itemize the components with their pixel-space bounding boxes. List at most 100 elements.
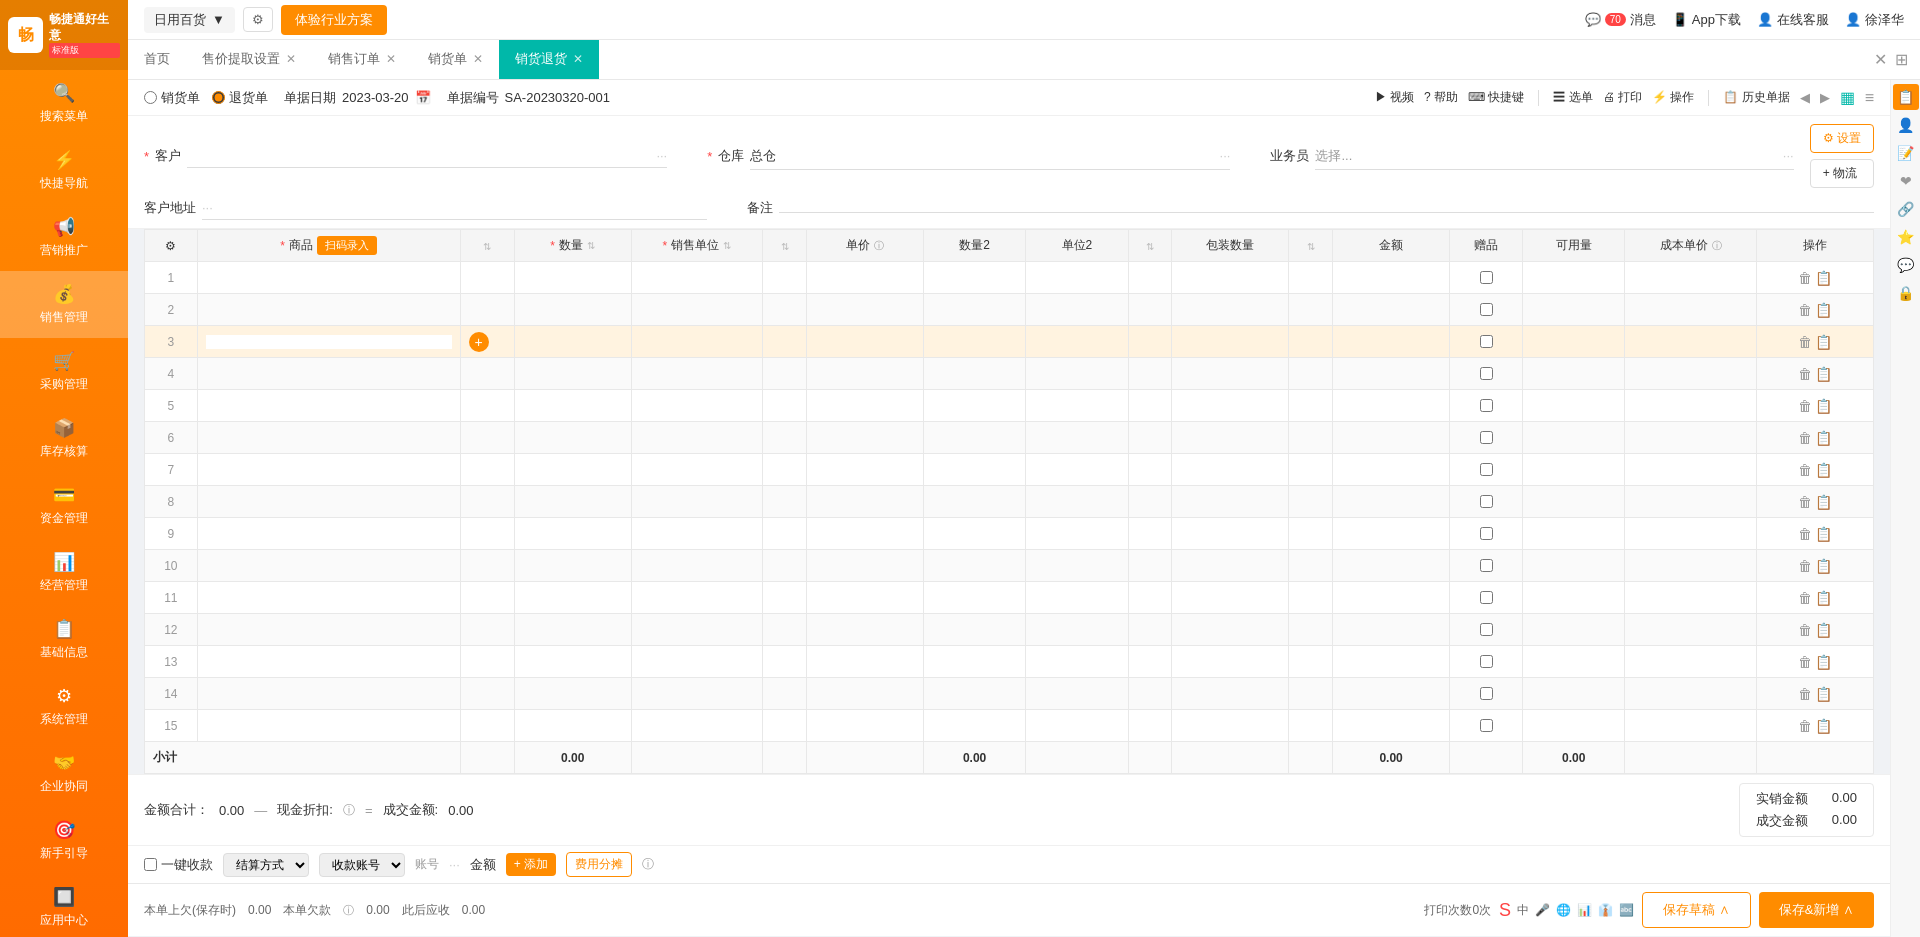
amount-cell-2[interactable] [1333, 294, 1450, 326]
delete-btn-11[interactable]: 🗑 [1798, 590, 1812, 606]
sidebar-item-cooperation[interactable]: 🤝 企业协同 [0, 740, 128, 807]
product-input-3[interactable] [206, 335, 452, 349]
pack-qty-cell-3[interactable] [1172, 326, 1289, 358]
product-cell-5[interactable] [197, 390, 460, 422]
cost-cell-11[interactable] [1625, 582, 1757, 614]
gift-cell-2[interactable] [1450, 294, 1523, 326]
user-avatar-btn[interactable]: 👤 徐泽华 [1845, 11, 1904, 29]
select-btn[interactable]: ☰ 选单 [1553, 89, 1592, 106]
tab-sales-order[interactable]: 销售订单 ✕ [312, 40, 412, 79]
qty2-cell-7[interactable] [923, 454, 1025, 486]
customer-input[interactable]: ··· [187, 144, 667, 168]
qty-cell-2[interactable] [514, 294, 631, 326]
app-download-btn[interactable]: 📱 App下载 [1672, 11, 1741, 29]
tab-sales[interactable]: 销货单 ✕ [412, 40, 499, 79]
delete-btn-6[interactable]: 🗑 [1798, 430, 1812, 446]
tool-icon-6[interactable]: ⭐ [1893, 224, 1919, 250]
gift-cell-4[interactable] [1450, 358, 1523, 390]
unit2-cell-8[interactable] [1026, 486, 1128, 518]
price-cell-1[interactable] [807, 262, 924, 294]
price-cell-7[interactable] [807, 454, 924, 486]
unit2-cell-12[interactable] [1026, 614, 1128, 646]
delete-btn-14[interactable]: 🗑 [1798, 686, 1812, 702]
payment-checkbox[interactable] [144, 858, 157, 871]
product-cell-12[interactable] [197, 614, 460, 646]
available-cell-4[interactable] [1523, 358, 1625, 390]
logistics-right-btn[interactable]: + 物流 [1810, 159, 1874, 188]
cost-cell-4[interactable] [1625, 358, 1757, 390]
delete-btn-5[interactable]: 🗑 [1798, 398, 1812, 414]
pack-qty-cell-15[interactable] [1172, 710, 1289, 742]
video-btn[interactable]: ▶ 视频 [1375, 89, 1414, 106]
pack-qty-cell-6[interactable] [1172, 422, 1289, 454]
unit-cell-15[interactable] [631, 710, 763, 742]
copy-btn-14[interactable]: 📋 [1815, 686, 1832, 702]
history-btn[interactable]: 📋 历史单据 [1723, 89, 1789, 106]
sidebar-item-basic[interactable]: 📋 基础信息 [0, 606, 128, 673]
pack-qty-cell-5[interactable] [1172, 390, 1289, 422]
qty2-cell-4[interactable] [923, 358, 1025, 390]
gift-cell-14[interactable] [1450, 678, 1523, 710]
gift-checkbox-8[interactable] [1480, 495, 1493, 508]
status-icon-3[interactable]: 🌐 [1556, 903, 1571, 917]
sidebar-item-inventory[interactable]: 📦 库存核算 [0, 405, 128, 472]
qty2-cell-1[interactable] [923, 262, 1025, 294]
product-cell-15[interactable] [197, 710, 460, 742]
sidebar-item-system[interactable]: ⚙ 系统管理 [0, 673, 128, 740]
status-icon-6[interactable]: 🔤 [1619, 903, 1634, 917]
delete-btn-9[interactable]: 🗑 [1798, 526, 1812, 542]
fee-split-btn[interactable]: 费用分摊 [566, 852, 632, 877]
product-cell-2[interactable] [197, 294, 460, 326]
amount-cell-15[interactable] [1333, 710, 1450, 742]
cost-cell-12[interactable] [1625, 614, 1757, 646]
product-cell-14[interactable] [197, 678, 460, 710]
delete-btn-1[interactable]: 🗑 [1798, 270, 1812, 286]
status-icon-5[interactable]: 👔 [1598, 903, 1613, 917]
th-sort4[interactable]: ⇅ [1289, 230, 1333, 262]
price-cell-5[interactable] [807, 390, 924, 422]
qty-cell-15[interactable] [514, 710, 631, 742]
copy-btn-11[interactable]: 📋 [1815, 590, 1832, 606]
available-cell-5[interactable] [1523, 390, 1625, 422]
delete-btn-3[interactable]: 🗑 [1798, 334, 1812, 350]
th-sort2[interactable]: ⇅ [763, 230, 807, 262]
amount-cell-14[interactable] [1333, 678, 1450, 710]
gift-cell-7[interactable] [1450, 454, 1523, 486]
cost-cell-10[interactable] [1625, 550, 1757, 582]
cost-cell-14[interactable] [1625, 678, 1757, 710]
gift-checkbox-11[interactable] [1480, 591, 1493, 604]
amount-cell-1[interactable] [1333, 262, 1450, 294]
gift-cell-9[interactable] [1450, 518, 1523, 550]
gear-button[interactable]: ⚙ [243, 7, 273, 32]
unit2-cell-5[interactable] [1026, 390, 1128, 422]
pack-qty-cell-2[interactable] [1172, 294, 1289, 326]
gift-cell-10[interactable] [1450, 550, 1523, 582]
sidebar-item-guide[interactable]: 🎯 新手引导 [0, 807, 128, 874]
product-cell-4[interactable] [197, 358, 460, 390]
delete-btn-7[interactable]: 🗑 [1798, 462, 1812, 478]
warehouse-input[interactable]: 总仓 ··· [750, 143, 1230, 170]
product-cell-8[interactable] [197, 486, 460, 518]
delete-btn-2[interactable]: 🗑 [1798, 302, 1812, 318]
available-cell-13[interactable] [1523, 646, 1625, 678]
qty2-cell-14[interactable] [923, 678, 1025, 710]
product-cell-10[interactable] [197, 550, 460, 582]
copy-btn-2[interactable]: 📋 [1815, 302, 1832, 318]
shortcut-btn[interactable]: ⌨ 快捷键 [1468, 89, 1524, 106]
amount-cell-13[interactable] [1333, 646, 1450, 678]
tool-icon-1[interactable]: 📋 [1893, 84, 1919, 110]
price-cell-9[interactable] [807, 518, 924, 550]
delete-btn-8[interactable]: 🗑 [1798, 494, 1812, 510]
th-settings[interactable]: ⚙ [145, 230, 198, 262]
unit-cell-5[interactable] [631, 390, 763, 422]
calendar-icon[interactable]: 📅 [415, 90, 431, 105]
unit-cell-3[interactable] [631, 326, 763, 358]
pack-qty-cell-9[interactable] [1172, 518, 1289, 550]
unit-cell-10[interactable] [631, 550, 763, 582]
unit2-cell-1[interactable] [1026, 262, 1128, 294]
radio-sales-input[interactable] [144, 91, 157, 104]
tab-sales-order-close[interactable]: ✕ [386, 52, 396, 66]
price-cell-4[interactable] [807, 358, 924, 390]
pack-qty-cell-1[interactable] [1172, 262, 1289, 294]
settings-right-btn[interactable]: ⚙ 设置 [1810, 124, 1874, 153]
